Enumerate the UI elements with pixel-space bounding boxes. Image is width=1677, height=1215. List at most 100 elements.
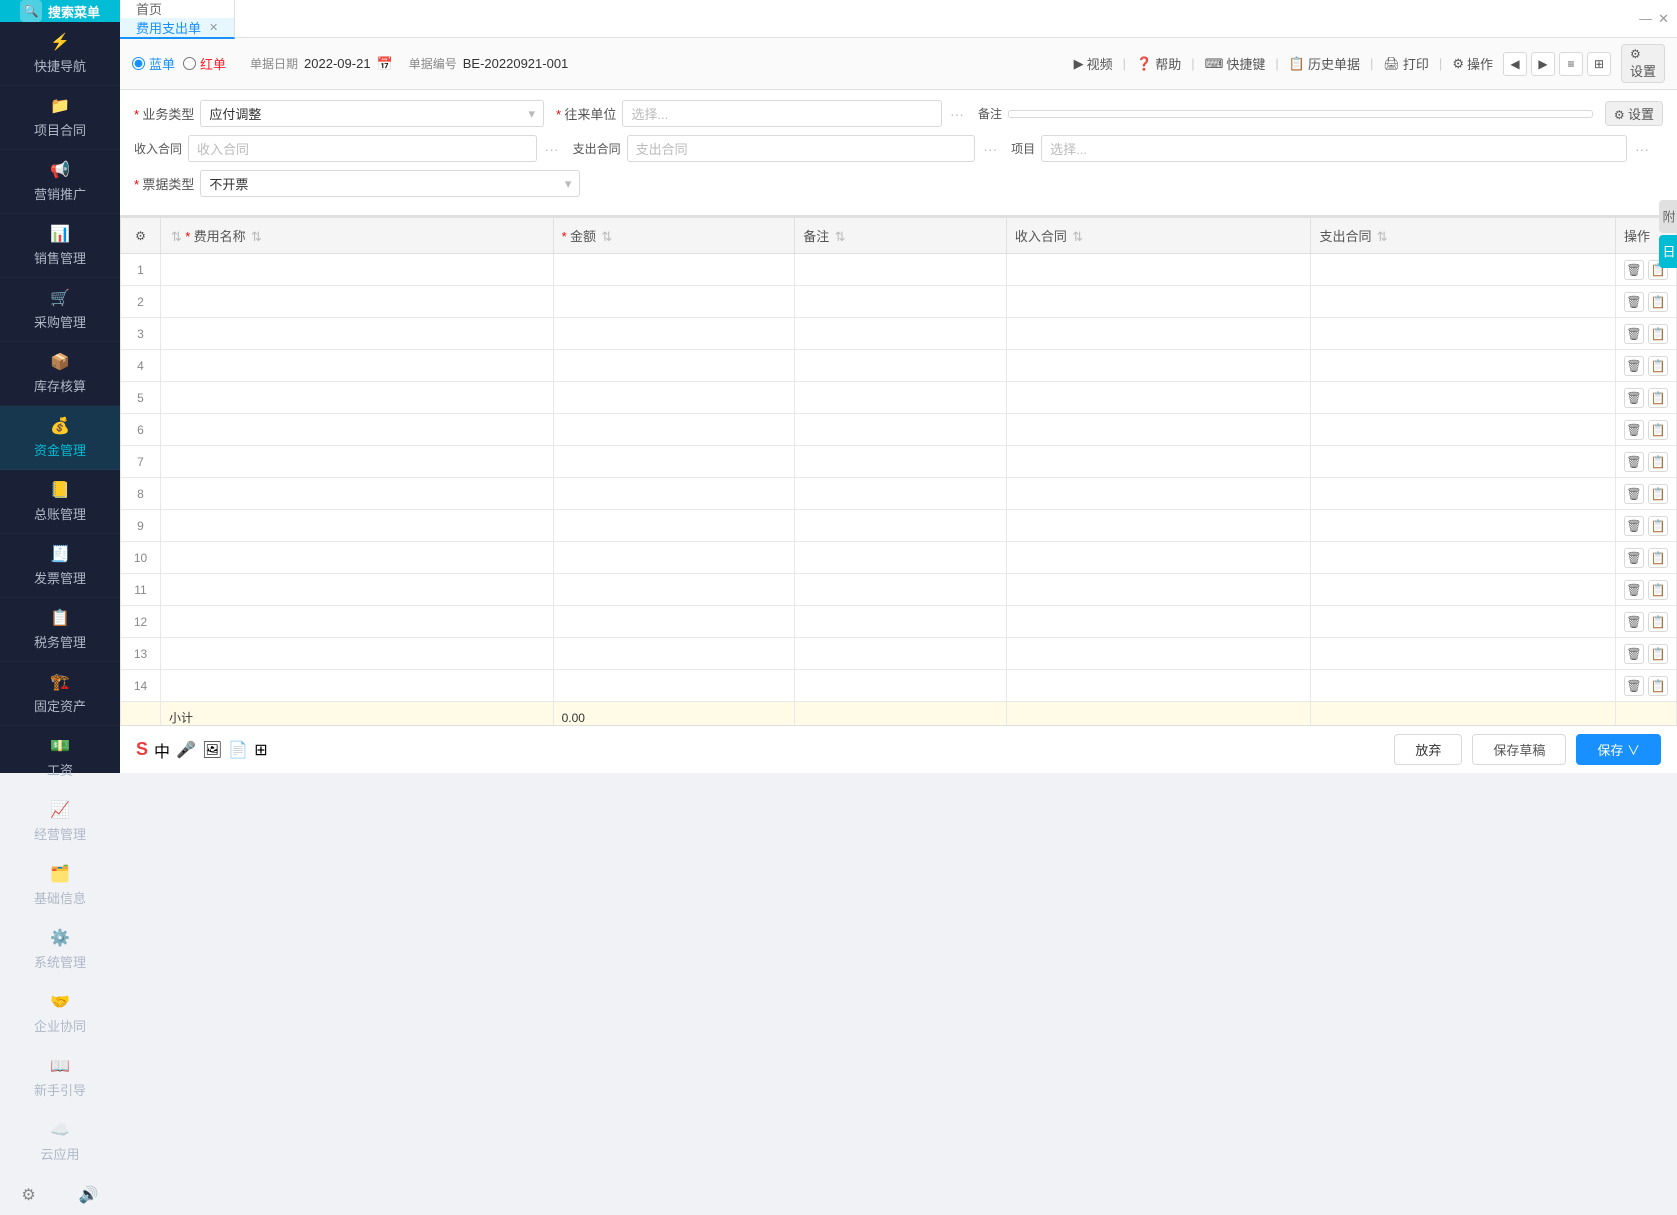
expense-contract-cell[interactable] [1311, 318, 1616, 350]
history-btn[interactable]: 📋 历史单据 [1289, 54, 1360, 73]
note-cell[interactable] [795, 606, 1007, 638]
income-contract-cell[interactable] [1006, 478, 1311, 510]
note-cell[interactable] [795, 670, 1007, 702]
amount-cell[interactable] [553, 446, 795, 478]
note-input[interactable] [1008, 110, 1593, 118]
form-settings-btn[interactable]: ⚙ 设置 [1605, 101, 1663, 126]
copy-row-btn[interactable]: 📋 [1648, 612, 1668, 632]
delete-row-btn[interactable]: 🗑 [1624, 580, 1644, 600]
note-cell[interactable] [795, 478, 1007, 510]
sidebar-header[interactable]: 🔍 搜索菜单 [0, 0, 120, 22]
project-ellipsis[interactable]: ··· [1633, 141, 1651, 157]
copy-row-btn[interactable]: 📋 [1648, 580, 1668, 600]
blue-bill-radio[interactable]: 蓝单 [132, 54, 175, 73]
note-cell[interactable] [795, 638, 1007, 670]
nav-prev-btn[interactable]: ◀ [1503, 52, 1527, 76]
sidebar-item-guding[interactable]: 🏗️固定资产 [0, 662, 120, 726]
note-cell[interactable] [795, 414, 1007, 446]
delete-row-btn[interactable]: 🗑 [1624, 420, 1644, 440]
delete-row-btn[interactable]: 🗑 [1624, 612, 1644, 632]
sidebar-item-xinshou[interactable]: 📖新手引导 [0, 1046, 120, 1110]
expense-name-cell[interactable] [161, 254, 554, 286]
calendar-icon[interactable]: 📅 [377, 56, 393, 72]
invoice-type-input[interactable]: 不开票 ▾ [200, 170, 580, 197]
footer-icon-grid[interactable]: ⊞ [254, 740, 267, 760]
expense-name-cell[interactable] [161, 542, 554, 574]
amount-cell[interactable] [553, 510, 795, 542]
note-cell[interactable] [795, 382, 1007, 414]
sidebar-item-xiaoshou[interactable]: 📊销售管理 [0, 214, 120, 278]
sidebar-item-qiye[interactable]: 🤝企业协同 [0, 982, 120, 1046]
view-list-btn[interactable]: ≡ [1559, 52, 1583, 76]
expense-name-cell[interactable] [161, 638, 554, 670]
delete-row-btn[interactable]: 🗑 [1624, 388, 1644, 408]
expense-name-cell[interactable] [161, 414, 554, 446]
sidebar-item-shuiwu[interactable]: 📋税务管理 [0, 598, 120, 662]
help-btn[interactable]: ❓ 帮助 [1136, 54, 1181, 73]
footer-icon-zhong[interactable]: 中 [154, 738, 170, 762]
delete-row-btn[interactable]: 🗑 [1624, 452, 1644, 472]
th-amount[interactable]: * 金额 ⇅ [553, 218, 795, 254]
expense-contract-cell[interactable] [1311, 286, 1616, 318]
income-contract-cell[interactable] [1006, 414, 1311, 446]
footer-icon-file[interactable]: 📄 [228, 740, 248, 760]
copy-row-btn[interactable]: 📋 [1648, 548, 1668, 568]
sidebar-item-fapiao[interactable]: 🧾发票管理 [0, 534, 120, 598]
sidebar-item-gongzi[interactable]: 💵工资 [0, 726, 120, 790]
minimize-icon[interactable]: — [1639, 11, 1652, 27]
red-bill-radio[interactable]: 红单 [183, 54, 226, 73]
copy-row-btn[interactable]: 📋 [1648, 516, 1668, 536]
attachment-float-btn[interactable]: 附 [1659, 200, 1677, 233]
print-btn[interactable]: 🖨 打印 [1383, 54, 1429, 73]
income-contract-cell[interactable] [1006, 318, 1311, 350]
delete-row-btn[interactable]: 🗑 [1624, 676, 1644, 696]
copy-row-btn[interactable]: 📋 [1648, 292, 1668, 312]
sidebar-item-kuaijie[interactable]: ⚡快捷导航 [0, 22, 120, 86]
note-cell[interactable] [795, 254, 1007, 286]
settings-icon[interactable]: ⚙ [21, 1185, 35, 1205]
th-note[interactable]: 备注 ⇅ [795, 218, 1007, 254]
expense-contract-cell[interactable] [1311, 446, 1616, 478]
delete-row-btn[interactable]: 🗑 [1624, 324, 1644, 344]
amount-cell[interactable] [553, 318, 795, 350]
footer-icon-img[interactable]: 🖼 [202, 740, 222, 760]
amount-cell[interactable] [553, 478, 795, 510]
expense-name-cell[interactable] [161, 510, 554, 542]
amount-cell[interactable] [553, 382, 795, 414]
sidebar-item-kucun[interactable]: 📦库存核算 [0, 342, 120, 406]
amount-cell[interactable] [553, 286, 795, 318]
delete-row-btn[interactable]: 🗑 [1624, 548, 1644, 568]
amount-cell[interactable] [553, 606, 795, 638]
expense-name-cell[interactable] [161, 318, 554, 350]
discard-button[interactable]: 放弃 [1394, 734, 1462, 765]
income-contract-cell[interactable] [1006, 510, 1311, 542]
income-contract-cell[interactable] [1006, 254, 1311, 286]
expense-contract-cell[interactable] [1311, 670, 1616, 702]
sidebar-item-yun[interactable]: ☁️云应用 [0, 1110, 120, 1174]
copy-row-btn[interactable]: 📋 [1648, 644, 1668, 664]
save-draft-button[interactable]: 保存草稿 [1472, 734, 1566, 765]
copy-row-btn[interactable]: 📋 [1648, 484, 1668, 504]
close-icon[interactable]: ✕ [1658, 11, 1669, 27]
log-float-btn[interactable]: 日 [1659, 235, 1677, 268]
note-cell[interactable] [795, 446, 1007, 478]
income-contract-cell[interactable] [1006, 350, 1311, 382]
income-contract-ellipsis[interactable]: ··· [543, 141, 561, 157]
expense-contract-cell[interactable] [1311, 638, 1616, 670]
sidebar-item-yingxiao[interactable]: 📢营销推广 [0, 150, 120, 214]
expense-contract-cell[interactable] [1311, 254, 1616, 286]
tab-close-icon[interactable]: ✕ [209, 21, 218, 34]
income-contract-cell[interactable] [1006, 606, 1311, 638]
copy-row-btn[interactable]: 📋 [1648, 676, 1668, 696]
sidebar-item-caigou[interactable]: 🛒采购管理 [0, 278, 120, 342]
settings-btn[interactable]: ⚙ 设置 [1621, 44, 1665, 83]
delete-row-btn[interactable]: 🗑 [1624, 260, 1644, 280]
income-contract-cell[interactable] [1006, 670, 1311, 702]
copy-row-btn[interactable]: 📋 [1648, 356, 1668, 376]
nav-next-btn[interactable]: ▶ [1531, 52, 1555, 76]
expense-contract-cell[interactable] [1311, 510, 1616, 542]
income-contract-input[interactable]: 收入合同 [188, 135, 537, 162]
expense-contract-cell[interactable] [1311, 606, 1616, 638]
sidebar-item-jingying[interactable]: 📈经营管理 [0, 790, 120, 854]
note-cell[interactable] [795, 318, 1007, 350]
